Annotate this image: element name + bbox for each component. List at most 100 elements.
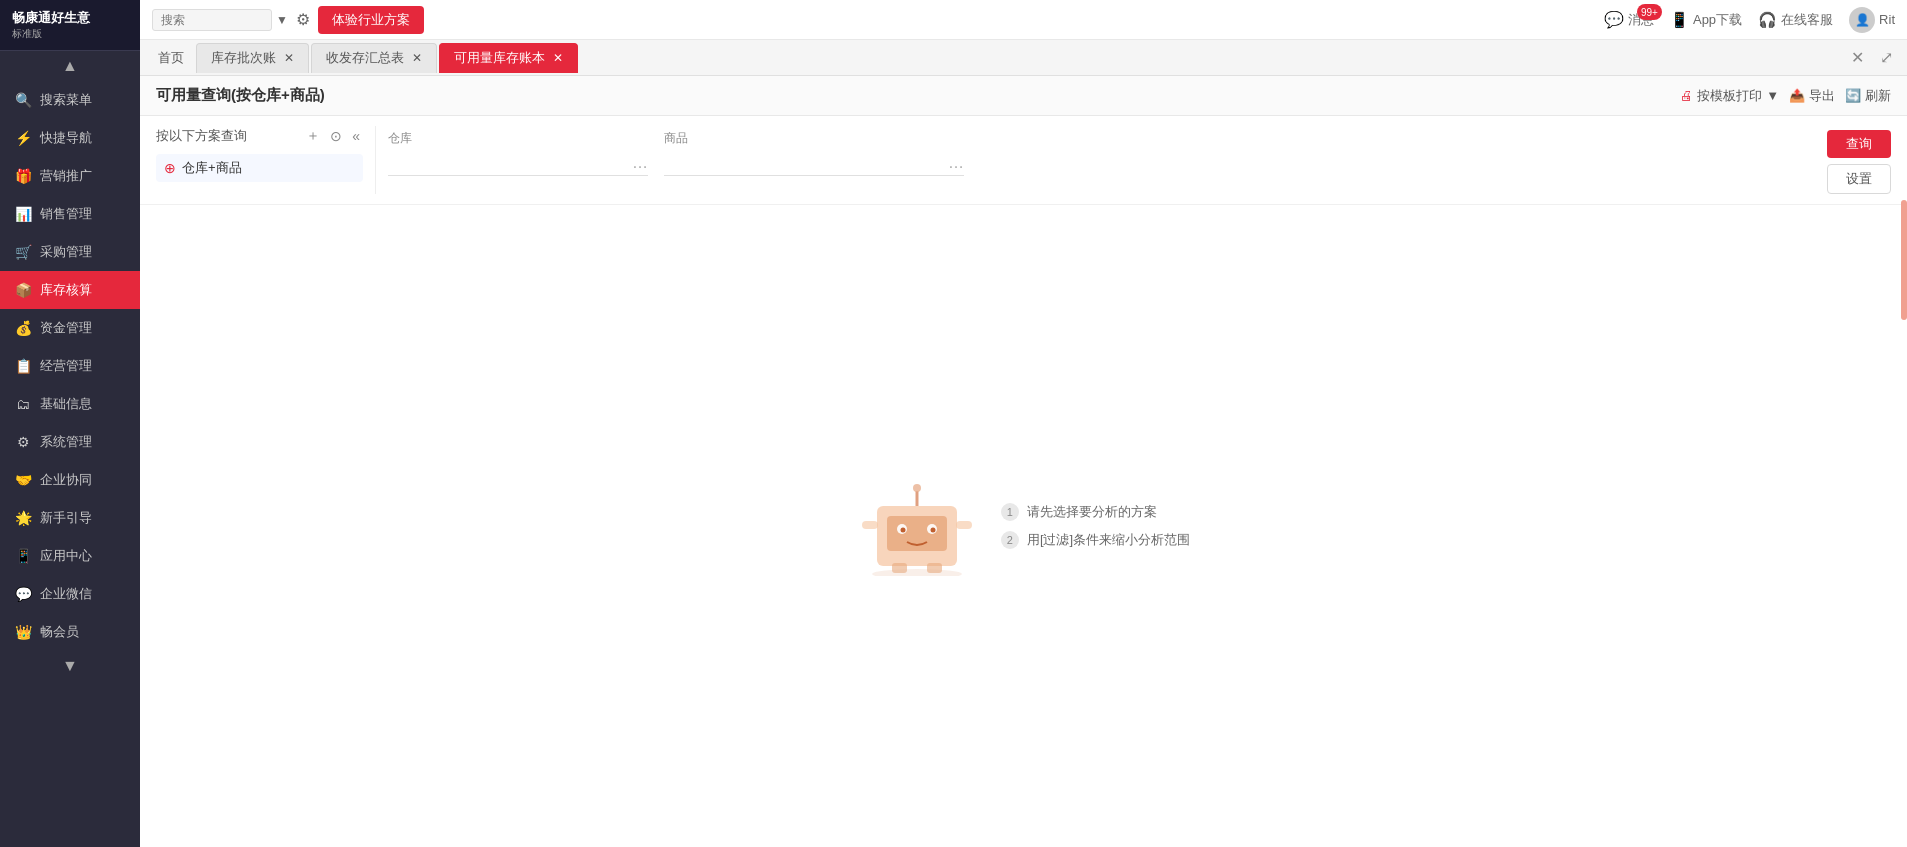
cooperation-icon: 🤝 — [14, 471, 32, 489]
hint-text-1: 请先选择要分析的方案 — [1027, 503, 1157, 521]
warehouse-more-btn[interactable]: … — [632, 154, 648, 172]
sidebar-item-member[interactable]: 👑 畅会员 — [0, 613, 140, 651]
tab-receipt-summary[interactable]: 收发存汇总表 ✕ — [311, 43, 437, 73]
sidebar-item-label: 采购管理 — [40, 243, 92, 261]
empty-illustration — [857, 466, 977, 586]
search-icon: 🔍 — [14, 91, 32, 109]
tab-label: 库存批次账 — [211, 49, 276, 67]
sidebar-item-label: 基础信息 — [40, 395, 92, 413]
collapse-filter-btn[interactable]: « — [349, 126, 363, 146]
sidebar-item-app-center[interactable]: 📱 应用中心 — [0, 537, 140, 575]
right-scrollbar[interactable] — [1901, 200, 1907, 320]
refresh-icon: 🔄 — [1845, 88, 1861, 103]
hint-item-1: 1 请先选择要分析的方案 — [1001, 503, 1190, 521]
sidebar-item-label: 搜索菜单 — [40, 91, 92, 109]
experience-btn[interactable]: 体验行业方案 — [318, 6, 424, 34]
user-avatar[interactable]: 👤 Rit — [1849, 7, 1895, 33]
refresh-btn[interactable]: 🔄 刷新 — [1845, 87, 1891, 105]
empty-state: 1 请先选择要分析的方案 2 用[过滤]条件来缩小分析范围 — [140, 205, 1907, 847]
inventory-icon: 📦 — [14, 281, 32, 299]
sidebar-item-enterprise-wx[interactable]: 💬 企业微信 — [0, 575, 140, 613]
main-area: ▼ ⚙ 体验行业方案 💬 消息 99+ 📱 App下载 🎧 在线客服 👤 — [140, 0, 1907, 847]
hint-number-2: 2 — [1001, 531, 1019, 549]
goods-field: 商品 … — [664, 130, 964, 176]
user-name: Rit — [1879, 12, 1895, 27]
sidebar-item-operations[interactable]: 📋 经营管理 — [0, 347, 140, 385]
sales-icon: 📊 — [14, 205, 32, 223]
empty-hints: 1 请先选择要分析的方案 2 用[过滤]条件来缩小分析范围 — [1001, 503, 1190, 549]
message-icon: 💬 — [1604, 10, 1624, 29]
purchase-icon: 🛒 — [14, 243, 32, 261]
goods-more-btn[interactable]: … — [948, 154, 964, 172]
filter-left: 按以下方案查询 ＋ ⊙ « ⊕ 仓库+商品 — [156, 126, 376, 194]
export-btn-label: 导出 — [1809, 87, 1835, 105]
topbar-gear-button[interactable]: ⚙ — [296, 10, 310, 29]
tab-available-inventory[interactable]: 可用量库存账本 ✕ — [439, 43, 578, 73]
page-title: 可用量查询(按仓库+商品) — [156, 86, 325, 105]
sidebar-item-purchase[interactable]: 🛒 采购管理 — [0, 233, 140, 271]
tab-inventory-batch[interactable]: 库存批次账 ✕ — [196, 43, 309, 73]
tab-close-btn[interactable]: ✕ — [553, 52, 563, 64]
tab-close-btn[interactable]: ✕ — [284, 52, 294, 64]
sidebar-item-search[interactable]: 🔍 搜索菜单 — [0, 81, 140, 119]
sidebar-item-sales[interactable]: 📊 销售管理 — [0, 195, 140, 233]
query-btn[interactable]: 查询 — [1827, 130, 1891, 158]
export-icon: 📤 — [1789, 88, 1805, 103]
topbar-left: ▼ ⚙ 体验行业方案 — [152, 6, 1596, 34]
sidebar-item-basic-info[interactable]: 🗂 基础信息 — [0, 385, 140, 423]
phone-icon: 📱 — [1670, 11, 1689, 29]
avatar: 👤 — [1849, 7, 1875, 33]
topbar: ▼ ⚙ 体验行业方案 💬 消息 99+ 📱 App下载 🎧 在线客服 👤 — [140, 0, 1907, 40]
filter-scheme-item[interactable]: ⊕ 仓库+商品 — [156, 154, 363, 182]
tab-close-btn[interactable]: ✕ — [412, 52, 422, 64]
svg-point-4 — [900, 528, 905, 533]
sidebar-scroll-up[interactable]: ▲ — [56, 55, 84, 77]
scheme-icon: ⊕ — [164, 160, 176, 176]
sidebar-item-cooperation[interactable]: 🤝 企业协同 — [0, 461, 140, 499]
topbar-dropdown-btn[interactable]: ▼ — [276, 13, 288, 27]
warehouse-input[interactable] — [388, 156, 628, 171]
topbar-right: 💬 消息 99+ 📱 App下载 🎧 在线客服 👤 Rit — [1604, 7, 1895, 33]
finance-icon: 💰 — [14, 319, 32, 337]
page-content: 可用量查询(按仓库+商品) 🖨 按模板打印 ▼ 📤 导出 🔄 刷新 — [140, 76, 1907, 847]
export-btn[interactable]: 📤 导出 — [1789, 87, 1835, 105]
svg-point-5 — [930, 528, 935, 533]
manage-scheme-btn[interactable]: ⊙ — [327, 126, 345, 146]
tabs-close-button[interactable]: ✕ — [1845, 46, 1870, 69]
sidebar-item-label: 库存核算 — [40, 281, 92, 299]
topbar-search-container: ▼ — [152, 9, 288, 31]
sidebar-item-marketing[interactable]: 🎁 营销推广 — [0, 157, 140, 195]
print-template-btn[interactable]: 🖨 按模板打印 ▼ — [1680, 87, 1779, 105]
goods-input[interactable] — [664, 156, 944, 171]
sidebar-item-label: 销售管理 — [40, 205, 92, 223]
sidebar-item-label: 经营管理 — [40, 357, 92, 375]
sidebar-item-quick-nav[interactable]: ⚡ 快捷导航 — [0, 119, 140, 157]
sidebar-scroll: ▲ 🔍 搜索菜单 ⚡ 快捷导航 🎁 营销推广 📊 销售管理 🛒 采购管理 📦 库… — [0, 51, 140, 847]
tab-label: 可用量库存账本 — [454, 49, 545, 67]
quick-nav-icon: ⚡ — [14, 129, 32, 147]
topbar-search-input[interactable] — [152, 9, 272, 31]
tab-home[interactable]: 首页 — [148, 43, 194, 73]
sidebar-scroll-down[interactable]: ▼ — [56, 655, 84, 677]
sidebar-item-finance[interactable]: 💰 资金管理 — [0, 309, 140, 347]
filter-settings-btn[interactable]: 设置 — [1827, 164, 1891, 194]
messages-item[interactable]: 💬 消息 99+ — [1604, 10, 1654, 29]
app-center-icon: 📱 — [14, 547, 32, 565]
scheme-label: 按以下方案查询 — [156, 127, 247, 145]
add-scheme-btn[interactable]: ＋ — [303, 126, 323, 146]
warehouse-label: 仓库 — [388, 130, 648, 147]
filter-left-actions: ＋ ⊙ « — [303, 126, 363, 146]
sidebar-item-system[interactable]: ⚙ 系统管理 — [0, 423, 140, 461]
app-download-item[interactable]: 📱 App下载 — [1670, 11, 1742, 29]
svg-point-7 — [913, 484, 921, 492]
sidebar-header: 畅康通好生意 标准版 — [0, 0, 140, 51]
goods-label: 商品 — [664, 130, 964, 147]
sidebar-item-label: 新手引导 — [40, 509, 92, 527]
tabs-expand-button[interactable]: ⤢ — [1874, 46, 1899, 69]
member-icon: 👑 — [14, 623, 32, 641]
online-service-item[interactable]: 🎧 在线客服 — [1758, 11, 1833, 29]
goods-input-container: … — [664, 151, 964, 176]
sidebar-item-new-guide[interactable]: 🌟 新手引导 — [0, 499, 140, 537]
hint-item-2: 2 用[过滤]条件来缩小分析范围 — [1001, 531, 1190, 549]
sidebar-item-inventory[interactable]: 📦 库存核算 — [0, 271, 140, 309]
